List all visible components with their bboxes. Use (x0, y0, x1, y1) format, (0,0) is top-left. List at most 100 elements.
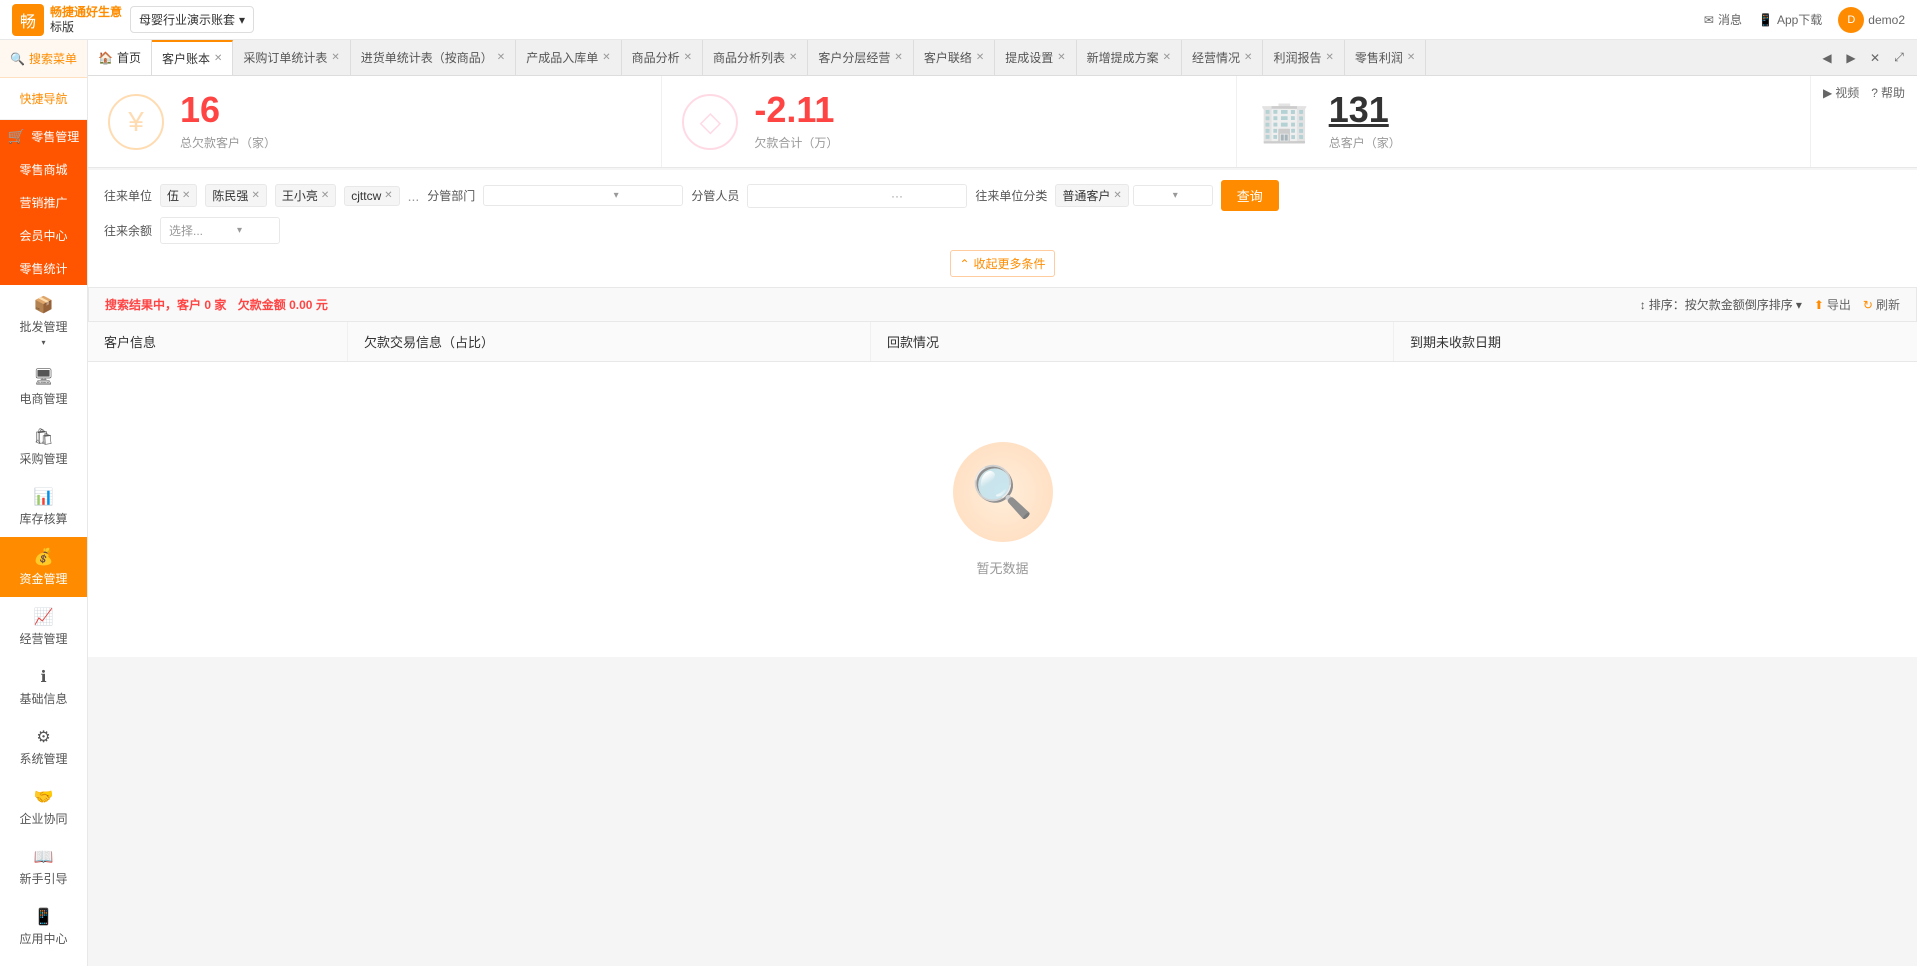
sidebar-item-system[interactable]: ⚙ 系统管理 (0, 717, 87, 777)
tab-goods-analysis-list-label: 商品分析列表 (713, 49, 785, 66)
tab-scroll-left[interactable]: ◀ (1817, 48, 1837, 68)
tab-customer-contact[interactable]: 客户联络 ✕ (914, 40, 995, 76)
tab-operation-status[interactable]: 经营情况 ✕ (1182, 40, 1263, 76)
th-due-date: 到期未收款日期 (1394, 322, 1917, 361)
result-customer-count: 0 (204, 298, 211, 312)
video-link[interactable]: ▶ 视频 (1823, 84, 1859, 101)
sidebar-item-ecommerce[interactable]: 🖥 电商管理 (0, 357, 87, 417)
user-area[interactable]: D demo2 (1838, 7, 1905, 33)
result-bar: 搜索结果中，客户 0 家 欠款金额 0.00 元 ↕ 排序：按欠款金额倒序排序 … (88, 287, 1917, 322)
tab-maximize[interactable]: ⤢ (1889, 48, 1909, 68)
tab-scroll-right[interactable]: ▶ (1841, 48, 1861, 68)
tab-retail-profit-close[interactable]: ✕ (1407, 52, 1415, 63)
tab-customer-book-close[interactable]: ✕ (214, 53, 222, 64)
empty-text: 暂无数据 (976, 558, 1028, 577)
tab-production-inbound[interactable]: 产成品入库单 ✕ (516, 40, 621, 76)
sidebar-item-retail-header[interactable]: 🛒 零售管理 (0, 120, 87, 153)
tab-goods-analysis[interactable]: 商品分析 ✕ (622, 40, 703, 76)
stat-actions: ▶ 视频 ? 帮助 (1811, 76, 1917, 167)
tab-push-settings-close[interactable]: ✕ (1057, 52, 1065, 63)
enterprise-coop-label: 企业协同 (19, 810, 67, 827)
sidebar-item-operation[interactable]: 📈 经营管理 (0, 597, 87, 657)
sidebar-item-wholesale[interactable]: 📦 批发管理 ▾ (0, 285, 87, 357)
sidebar-item-finance[interactable]: 💰 资金管理 (0, 537, 87, 597)
company-type-select-extra[interactable]: ▾ (1133, 185, 1213, 206)
export-btn[interactable]: ⬆ 导出 (1814, 296, 1851, 313)
person-select-more[interactable]: ··· (891, 189, 958, 203)
filter-tag-company-3-close[interactable]: ✕ (321, 190, 329, 201)
store-selector-label: 母婴行业演示账套 (139, 11, 235, 28)
tab-goods-analysis-list-close[interactable]: ✕ (789, 52, 797, 63)
retail-sub-items: 零售商城 营销推广 会员中心 零售统计 (0, 153, 87, 285)
result-debt-unit: 元 (316, 298, 328, 312)
tab-goods-analysis-close[interactable]: ✕ (684, 52, 692, 63)
tab-customer-book[interactable]: 客户账本 ✕ (152, 40, 233, 76)
filter-tag-company-2-close[interactable]: ✕ (251, 190, 259, 201)
tab-incoming-stats[interactable]: 进货单统计表（按商品） ✕ (351, 40, 516, 76)
tab-customer-contact-close[interactable]: ✕ (976, 52, 984, 63)
sidebar-item-purchase[interactable]: 🛍 采购管理 (0, 417, 87, 477)
filter-row-1: 往来单位 伍 ✕ 陈民强 ✕ 王小亮 ✕ cjttcw (104, 180, 1901, 211)
tab-operation-status-close[interactable]: ✕ (1244, 52, 1252, 63)
sidebar-item-retail-stats[interactable]: 零售统计 (0, 252, 87, 285)
refresh-btn[interactable]: ↻ 刷新 (1863, 296, 1900, 313)
edition: 标版 (50, 20, 122, 34)
collapse-row: ⌃ 收起更多条件 (104, 250, 1901, 277)
messages-btn[interactable]: ✉ 消息 (1704, 11, 1742, 28)
tab-production-inbound-close[interactable]: ✕ (602, 52, 610, 63)
tab-home[interactable]: 🏠 首页 (88, 40, 152, 76)
ecommerce-icon: 🖥 (33, 367, 53, 387)
quick-nav[interactable]: 快捷导航 (0, 78, 87, 120)
collapse-btn[interactable]: ⌃ 收起更多条件 (950, 250, 1054, 277)
help-link[interactable]: ? 帮助 (1871, 84, 1905, 101)
sidebar-item-app-center[interactable]: 📱 应用中心 (0, 897, 87, 957)
sidebar-item-inventory[interactable]: 📊 库存核算 (0, 477, 87, 537)
main-layout: 🔍 搜索菜单 快捷导航 🛒 零售管理 零售商城 营销推广 会员中心 (0, 40, 1917, 966)
messages-label: 消息 (1718, 11, 1742, 28)
purchase-icon: 🛍 (33, 427, 53, 447)
table-container: 客户信息 欠款交易信息（占比） 回款情况 到期未收款日期 🔍 暂无数据 (88, 322, 1917, 657)
tab-purchase-order-close[interactable]: ✕ (331, 52, 339, 63)
tab-close-all[interactable]: ✕ (1865, 48, 1885, 68)
filter-tag-company-1-close[interactable]: ✕ (182, 190, 190, 201)
filter-tag-company-4-value: cjttcw (351, 189, 381, 203)
sidebar-item-basic-info[interactable]: ℹ 基础信息 (0, 657, 87, 717)
sidebar-search[interactable]: 🔍 搜索菜单 (0, 40, 87, 78)
filter-more-btn[interactable]: ... (408, 188, 420, 204)
dept-select[interactable]: ▾ (483, 185, 683, 206)
sidebar-item-member[interactable]: 会员中心 (0, 219, 87, 252)
tab-incoming-stats-close[interactable]: ✕ (497, 52, 505, 63)
finance-icon: 💰 (34, 547, 54, 567)
filter-tag-company-4-close[interactable]: ✕ (384, 190, 392, 201)
app-download-btn[interactable]: 📱 App下载 (1758, 11, 1822, 28)
sidebar-item-enterprise-coop[interactable]: 🤝 企业协同 (0, 777, 87, 837)
ecommerce-label: 电商管理 (19, 390, 67, 407)
tab-customer-layered[interactable]: 客户分层经营 ✕ (808, 40, 913, 76)
store-selector[interactable]: 母婴行业演示账套 ▾ (130, 6, 254, 33)
sidebar-item-enterprise-wechat[interactable]: 💬 企业微信 (0, 957, 87, 966)
empty-icon-inner: 🔍 (953, 442, 1053, 542)
balance-select[interactable]: 选择... ▾ (160, 217, 280, 244)
tab-profit-report-close[interactable]: ✕ (1325, 52, 1333, 63)
tab-purchase-order[interactable]: 采购订单统计表 ✕ (233, 40, 350, 76)
sidebar-item-retail[interactable]: 🛒 零售管理 零售商城 营销推广 会员中心 零售统计 (0, 120, 87, 285)
result-customer-unit: 家 (214, 298, 226, 312)
tab-goods-analysis-list[interactable]: 商品分析列表 ✕ (703, 40, 808, 76)
person-select[interactable]: ··· (747, 184, 967, 208)
sidebar-item-retail-mall[interactable]: 零售商城 (0, 153, 87, 186)
tab-push-settings[interactable]: 提成设置 ✕ (995, 40, 1076, 76)
tab-add-achievement-close[interactable]: ✕ (1163, 52, 1171, 63)
sidebar-item-newbie[interactable]: 📖 新手引导 (0, 837, 87, 897)
filter-tag-type-1-close[interactable]: ✕ (1113, 190, 1121, 201)
tab-retail-profit[interactable]: 零售利润 ✕ (1345, 40, 1426, 76)
query-button[interactable]: 查询 (1221, 180, 1279, 211)
tab-add-achievement[interactable]: 新增提成方案 ✕ (1077, 40, 1182, 76)
tab-customer-layered-close[interactable]: ✕ (894, 52, 902, 63)
sidebar-item-marketing[interactable]: 营销推广 (0, 186, 87, 219)
tab-profit-report[interactable]: 利润报告 ✕ (1263, 40, 1344, 76)
wholesale-label: 批发管理 (19, 318, 67, 335)
tab-home-label: 首页 (117, 49, 141, 66)
tab-customer-layered-label: 客户分层经营 (818, 49, 890, 66)
balance-select-arrow: ▾ (237, 225, 271, 236)
sort-btn[interactable]: ↕ 排序：按欠款金额倒序排序 ▾ (1640, 296, 1802, 313)
